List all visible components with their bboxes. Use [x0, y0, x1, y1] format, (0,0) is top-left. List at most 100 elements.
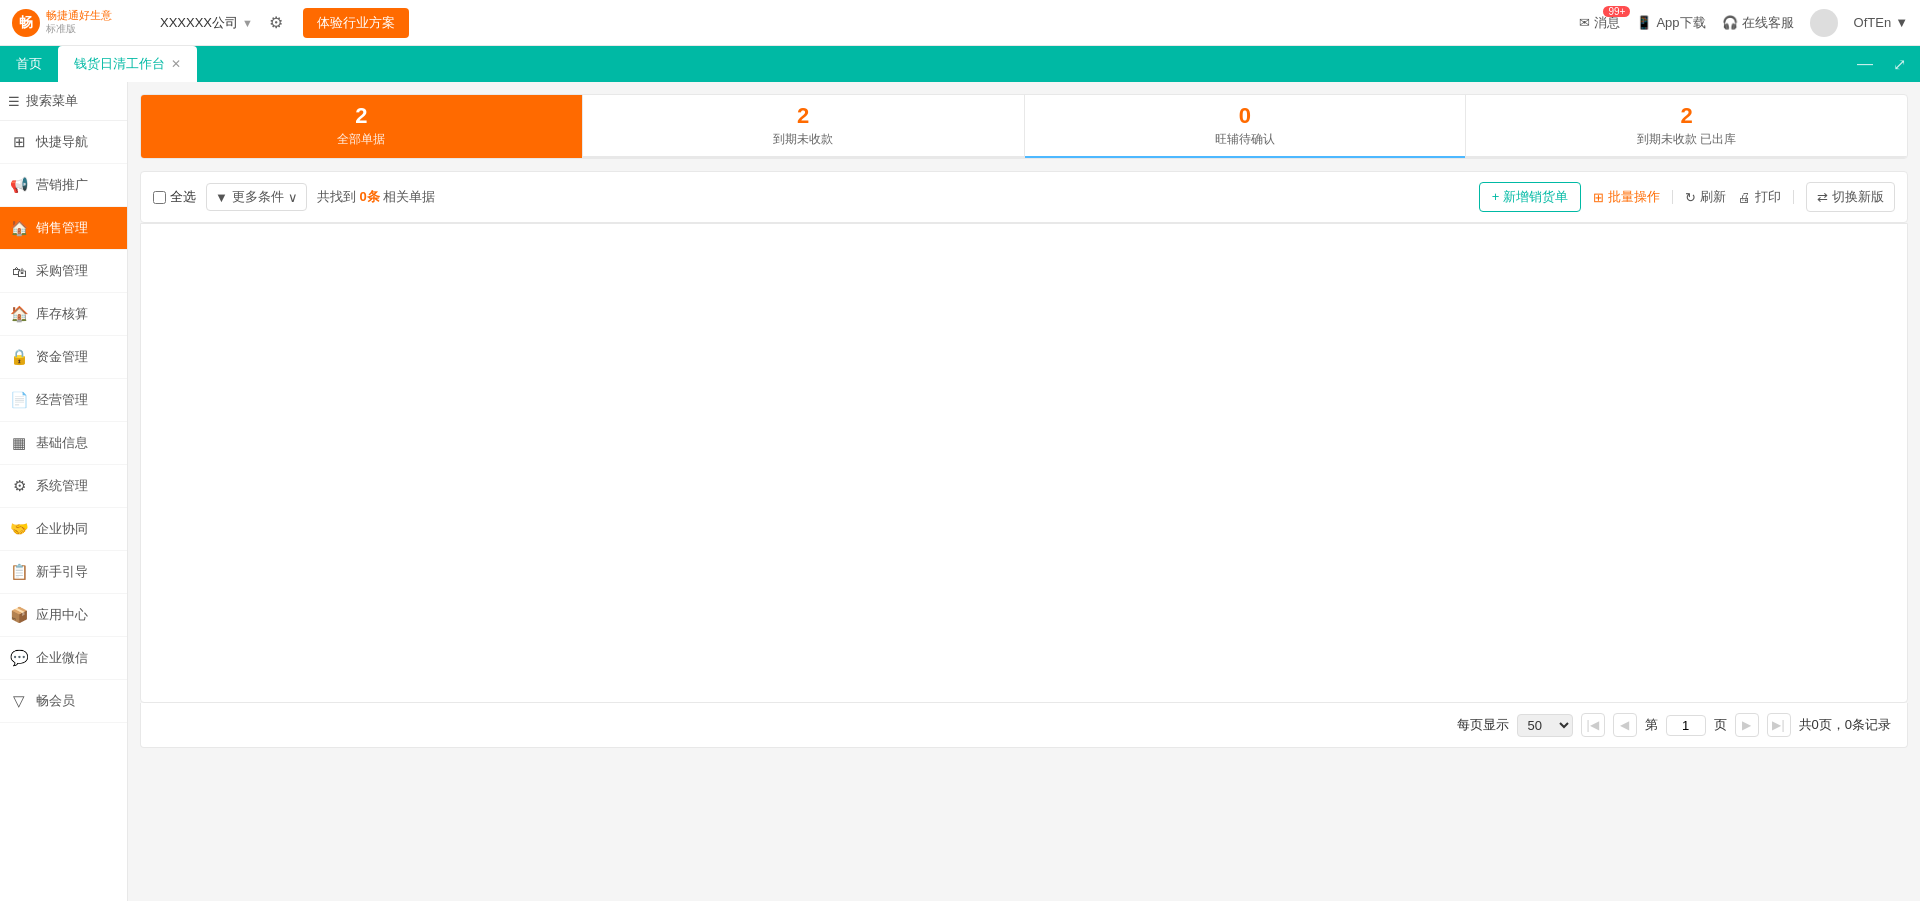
filter-button[interactable]: ▼ 更多条件 ∨ [206, 183, 307, 211]
refresh-button[interactable]: ↻ 刷新 [1685, 188, 1726, 206]
filter-icon: ▼ [215, 190, 228, 205]
next-page-button[interactable]: ▶ [1735, 713, 1759, 737]
batch-ops-label: 批量操作 [1608, 188, 1660, 206]
sidebar-item-label: 销售管理 [36, 219, 88, 237]
last-page-button[interactable]: ▶| [1767, 713, 1791, 737]
settings-icon[interactable]: ⚙ [261, 8, 291, 38]
basic-icon: ▦ [10, 434, 28, 452]
switch-icon: ⇄ [1817, 190, 1828, 205]
online-service-label: 在线客服 [1742, 14, 1794, 32]
sidebar-item-label: 资金管理 [36, 348, 88, 366]
enterprise-icon: 🤝 [10, 520, 28, 538]
top-header: 畅 畅捷通好生意 标准版 XXXXXX公司 ▼ ⚙ 体验行业方案 ✉ 消息 99… [0, 0, 1920, 46]
pagination-bar: 每页显示 50 100 200 |◀ ◀ 第 页 ▶ ▶| 共0页，0条记录 [140, 703, 1908, 748]
refresh-icon: ↻ [1685, 190, 1696, 205]
header-right: ✉ 消息 99+ 📱 App下载 🎧 在线客服 OfTEn ▼ [1579, 9, 1908, 37]
page-label: 第 [1645, 716, 1658, 734]
sidebar-item-finance[interactable]: 🔒 资金管理 [0, 336, 127, 379]
search-icon: ☰ [8, 94, 20, 109]
sidebar-item-wechat[interactable]: 💬 企业微信 [0, 637, 127, 680]
sidebar-item-system[interactable]: ⚙ 系统管理 [0, 465, 127, 508]
sidebar-search[interactable]: ☰ 搜索菜单 [0, 82, 127, 121]
print-button[interactable]: 🖨 打印 [1738, 188, 1781, 206]
sidebar-item-label: 营销推广 [36, 176, 88, 194]
download-icon: 📱 [1636, 15, 1652, 30]
tab-close-button[interactable]: ✕ [171, 57, 181, 71]
toolbar-right: + 新增销货单 ⊞ 批量操作 ↻ 刷新 🖨 打印 ⇄ 切换新版 [1479, 182, 1895, 212]
select-all-input[interactable] [153, 191, 166, 204]
select-all-label: 全选 [170, 188, 196, 206]
company-name: XXXXXX公司 [160, 14, 238, 32]
operation-icon: 📄 [10, 391, 28, 409]
page-suffix: 页 [1714, 716, 1727, 734]
per-page-label: 每页显示 [1457, 716, 1509, 734]
user-dropdown-arrow: ▼ [1895, 15, 1908, 30]
sidebar-item-marketing[interactable]: 📢 营销推广 [0, 164, 127, 207]
stats-tab-all[interactable]: 2 全部单据 [141, 95, 583, 158]
sidebar-item-quick-nav[interactable]: ⊞ 快捷导航 [0, 121, 127, 164]
stats-tab-overdue-label: 到期未收款 [591, 131, 1016, 148]
user-name-area[interactable]: OfTEn ▼ [1854, 15, 1908, 30]
sidebar-item-label: 经营管理 [36, 391, 88, 409]
sidebar-item-label: 采购管理 [36, 262, 88, 280]
switch-new-button[interactable]: ⇄ 切换新版 [1806, 182, 1895, 212]
first-page-button[interactable]: |◀ [1581, 713, 1605, 737]
sidebar-item-purchase[interactable]: 🛍 采购管理 [0, 250, 127, 293]
wechat-icon: 💬 [10, 649, 28, 667]
switch-label: 切换新版 [1832, 188, 1884, 206]
toolbar-divider-1 [1672, 190, 1673, 204]
per-page-select[interactable]: 50 100 200 [1517, 714, 1573, 737]
sidebar-item-label: 新手引导 [36, 563, 88, 581]
stats-tab-overdue[interactable]: 2 到期未收款 [583, 95, 1025, 158]
sidebar-search-label: 搜索菜单 [26, 92, 78, 110]
stats-tab-wangfu-label: 旺辅待确认 [1033, 131, 1458, 148]
tab-minimize-button[interactable]: — [1851, 53, 1879, 75]
marketing-icon: 📢 [10, 176, 28, 194]
select-all-checkbox[interactable]: 全选 [153, 188, 196, 206]
stats-tab-shipped-underline [1466, 156, 1907, 158]
filter-label: 更多条件 [232, 188, 284, 206]
sidebar: ☰ 搜索菜单 ⊞ 快捷导航 📢 营销推广 🏠 销售管理 🛍 采购管理 🏠 库存核… [0, 82, 128, 901]
app-download-label: App下载 [1656, 14, 1705, 32]
quick-nav-icon: ⊞ [10, 133, 28, 151]
stats-tab-shipped[interactable]: 2 到期未收款 已出库 [1466, 95, 1907, 158]
sidebar-item-enterprise[interactable]: 🤝 企业协同 [0, 508, 127, 551]
new-sale-button[interactable]: + 新增销货单 [1479, 182, 1581, 212]
sidebar-item-label: 畅会员 [36, 692, 75, 710]
sidebar-item-label: 应用中心 [36, 606, 88, 624]
batch-ops-button[interactable]: ⊞ 批量操作 [1593, 188, 1660, 206]
total-records-label: 共0页，0条记录 [1799, 716, 1891, 734]
experience-button[interactable]: 体验行业方案 [303, 8, 409, 38]
message-icon: ✉ [1579, 15, 1590, 30]
tab-home[interactable]: 首页 [0, 46, 58, 82]
sidebar-item-label: 企业协同 [36, 520, 88, 538]
message-button[interactable]: ✉ 消息 99+ [1579, 14, 1620, 32]
prev-page-button[interactable]: ◀ [1613, 713, 1637, 737]
logo-icon: 畅 [12, 9, 40, 37]
sidebar-item-member[interactable]: ▽ 畅会员 [0, 680, 127, 723]
online-service-button[interactable]: 🎧 在线客服 [1722, 14, 1794, 32]
toolbar-left: 全选 ▼ 更多条件 ∨ 共找到 0条 相关单据 [153, 183, 435, 211]
member-icon: ▽ [10, 692, 28, 710]
company-selector[interactable]: XXXXXX公司 ▼ [160, 14, 253, 32]
sales-icon: 🏠 [10, 219, 28, 237]
sidebar-item-app-center[interactable]: 📦 应用中心 [0, 594, 127, 637]
stats-tab-overdue-count: 2 [591, 105, 1016, 127]
sidebar-item-inventory[interactable]: 🏠 库存核算 [0, 293, 127, 336]
sidebar-item-operation[interactable]: 📄 经营管理 [0, 379, 127, 422]
sidebar-item-guide[interactable]: 📋 新手引导 [0, 551, 127, 594]
stats-tab-wangfu[interactable]: 0 旺辅待确认 [1025, 95, 1467, 158]
avatar[interactable] [1810, 9, 1838, 37]
app-name: 畅捷通好生意 [46, 9, 112, 22]
sidebar-item-sales[interactable]: 🏠 销售管理 [0, 207, 127, 250]
sidebar-item-basic[interactable]: ▦ 基础信息 [0, 422, 127, 465]
tab-maximize-button[interactable]: ⤢ [1887, 53, 1912, 76]
sidebar-item-label: 基础信息 [36, 434, 88, 452]
app-center-icon: 📦 [10, 606, 28, 624]
app-download-button[interactable]: 📱 App下载 [1636, 14, 1705, 32]
message-badge: 99+ [1603, 6, 1630, 17]
tab-bar: 首页 钱货日清工作台 ✕ — ⤢ [0, 46, 1920, 82]
page-number-input[interactable] [1666, 715, 1706, 736]
tab-workbench[interactable]: 钱货日清工作台 ✕ [58, 46, 197, 82]
sidebar-item-label: 系统管理 [36, 477, 88, 495]
